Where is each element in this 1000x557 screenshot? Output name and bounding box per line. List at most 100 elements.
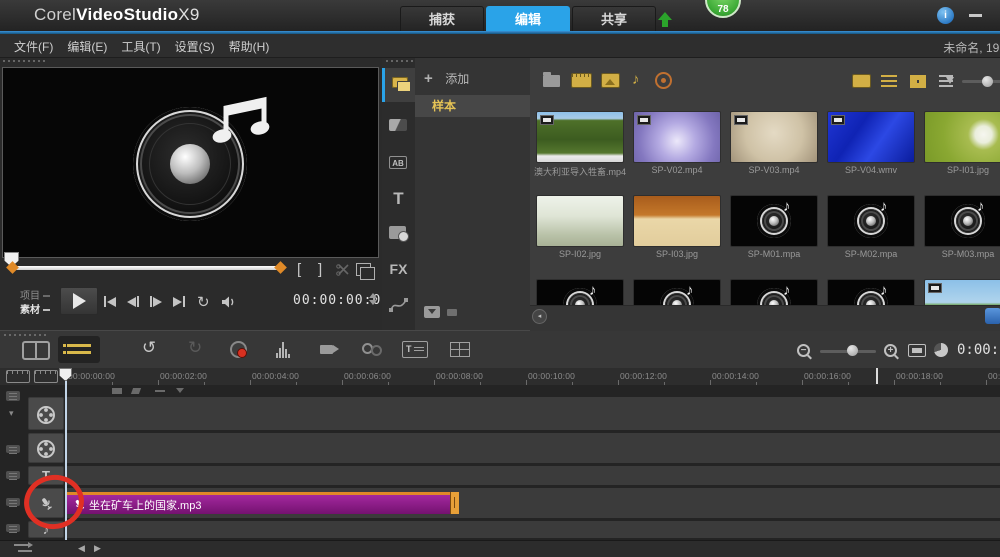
panel-footer-icon[interactable]: [447, 309, 457, 316]
storyboard-view-button[interactable]: [22, 341, 50, 360]
go-end-button[interactable]: [173, 296, 185, 307]
volume-icon[interactable]: [221, 296, 236, 308]
motion-tracking-icon[interactable]: [320, 345, 333, 354]
library-splitter-handle[interactable]: [386, 60, 413, 64]
timeline-view-button[interactable]: [58, 336, 100, 363]
grab-frame-icon[interactable]: [356, 263, 371, 276]
title-track-gutter-icon[interactable]: [6, 471, 20, 479]
thumbnail-size-knob[interactable]: [982, 76, 993, 87]
prev-frame-button[interactable]: [127, 296, 139, 307]
menu-item-4[interactable]: 帮助(H): [229, 38, 270, 55]
collapse-panel-icon[interactable]: ◂: [532, 309, 547, 324]
overlay-track-gutter-icon[interactable]: [6, 445, 20, 453]
sort-icon[interactable]: [939, 75, 953, 88]
clip-trim-handle[interactable]: [450, 492, 459, 514]
nav-instant-project-button[interactable]: [382, 108, 415, 142]
help-icon[interactable]: i: [937, 7, 954, 24]
timeline-ruler[interactable]: 00:00:00:0000:00:02:0000:00:04:0000:00:0…: [0, 368, 1000, 386]
subtitle-editor-icon[interactable]: T: [402, 341, 428, 358]
filter-videos-icon[interactable]: [571, 73, 592, 88]
mode-project-toggle[interactable]: 项目: [20, 287, 50, 302]
nav-media-button[interactable]: [382, 68, 415, 102]
repeat-button[interactable]: ↻: [197, 293, 210, 311]
library-thumbnail-1-0[interactable]: [537, 196, 623, 246]
filter-photos-icon[interactable]: [601, 73, 620, 88]
library-thumbnail-0-1[interactable]: [634, 112, 720, 162]
timecode-spinner[interactable]: [369, 293, 377, 305]
library-thumbnail-1-1[interactable]: [634, 196, 720, 246]
tab-edit[interactable]: 编辑: [486, 6, 570, 31]
view-grid-icon[interactable]: [910, 75, 926, 88]
track-row-video[interactable]: [66, 397, 1000, 430]
go-start-button[interactable]: [104, 296, 116, 307]
timeline-zoom-knob[interactable]: [847, 345, 858, 356]
track-option-icon-1[interactable]: [112, 388, 122, 394]
next-frame-button[interactable]: [150, 296, 162, 307]
browse-folder-icon[interactable]: [543, 75, 560, 87]
filter-360-icon[interactable]: [655, 72, 672, 89]
track-swap-icon[interactable]: [6, 391, 20, 401]
import-board-icon[interactable]: [424, 306, 440, 318]
nav-transition-button[interactable]: AB: [382, 146, 415, 180]
menu-item-3[interactable]: 设置(S): [175, 38, 215, 55]
folder-item-samples[interactable]: 样本: [415, 95, 530, 117]
mode-clip-toggle[interactable]: 素材: [20, 301, 50, 316]
library-thumbnail-0-0[interactable]: [537, 112, 623, 162]
duration-icon[interactable]: [934, 343, 948, 357]
tab-share[interactable]: 共享: [572, 6, 656, 31]
track-option-chevron-icon[interactable]: [176, 388, 184, 393]
scroll-right-icon[interactable]: ▶: [94, 543, 101, 554]
preview-video-area[interactable]: [2, 67, 379, 258]
library-thumbnail-0-2[interactable]: [731, 112, 817, 162]
track-collapse-chevron-icon[interactable]: ▾: [9, 408, 14, 419]
split-clip-icon[interactable]: [336, 264, 350, 276]
ripple-edit-icon[interactable]: [34, 370, 58, 383]
show-all-tracks-icon[interactable]: [6, 370, 30, 383]
track-header-voice[interactable]: [28, 488, 64, 518]
track-row-overlay[interactable]: [66, 433, 1000, 463]
library-footer-blue-icon[interactable]: [985, 308, 1000, 324]
trim-end-marker[interactable]: [274, 261, 287, 274]
auto-music-icon[interactable]: [362, 343, 386, 357]
track-header-music[interactable]: ♪: [28, 521, 64, 538]
undo-button[interactable]: ↺: [142, 338, 156, 358]
library-thumbnail-0-4[interactable]: [925, 112, 1000, 162]
menu-item-1[interactable]: 编辑(E): [67, 38, 107, 55]
track-row-title[interactable]: [66, 466, 1000, 485]
record-capture-icon[interactable]: [230, 341, 247, 358]
sound-mixer-icon[interactable]: [276, 342, 290, 358]
library-thumbnail-1-4[interactable]: ♪: [925, 196, 1000, 246]
track-header-video[interactable]: [28, 397, 64, 430]
panel-splitter-handle[interactable]: [3, 60, 45, 64]
view-single-icon[interactable]: [852, 74, 871, 88]
minimize-icon[interactable]: [969, 14, 982, 17]
fit-timeline-icon[interactable]: [908, 344, 926, 357]
library-thumbnail-0-3[interactable]: [828, 112, 914, 162]
track-option-icon-3[interactable]: [155, 390, 165, 392]
zoom-out-icon[interactable]: −: [797, 344, 810, 357]
timeline-splitter-handle[interactable]: [4, 334, 46, 338]
scroll-left-icon[interactable]: ◀: [78, 543, 85, 554]
track-header-title[interactable]: T: [28, 466, 64, 485]
nav-filter-button[interactable]: FX: [382, 252, 415, 286]
library-thumbnail-1-2[interactable]: ♪: [731, 196, 817, 246]
view-list-icon[interactable]: [881, 75, 897, 88]
nav-title-button[interactable]: T: [382, 182, 415, 216]
track-manager-icon[interactable]: [450, 342, 470, 357]
zoom-in-icon[interactable]: +: [884, 344, 897, 357]
tab-capture[interactable]: 捕获: [400, 6, 484, 31]
voice-track-gutter-icon[interactable]: [6, 498, 20, 506]
swap-tracks-icon[interactable]: [14, 544, 36, 553]
music-track-gutter-icon[interactable]: [6, 524, 20, 532]
menu-item-0[interactable]: 文件(F): [14, 38, 53, 55]
play-button[interactable]: [60, 287, 98, 315]
preview-scrubber[interactable]: [12, 266, 280, 270]
track-header-overlay[interactable]: [28, 433, 64, 463]
nav-motion-path-button[interactable]: [382, 288, 415, 322]
timeline-time-display[interactable]: 0:00:0: [957, 342, 1000, 358]
mark-out-button[interactable]: ]: [318, 261, 322, 278]
timeline-audio-clip[interactable]: 坐在矿车上的国家.mp3: [67, 492, 459, 514]
upgrade-arrow-icon[interactable]: [658, 12, 672, 27]
redo-button[interactable]: ↻: [188, 338, 202, 358]
mark-in-button[interactable]: [: [297, 261, 301, 278]
